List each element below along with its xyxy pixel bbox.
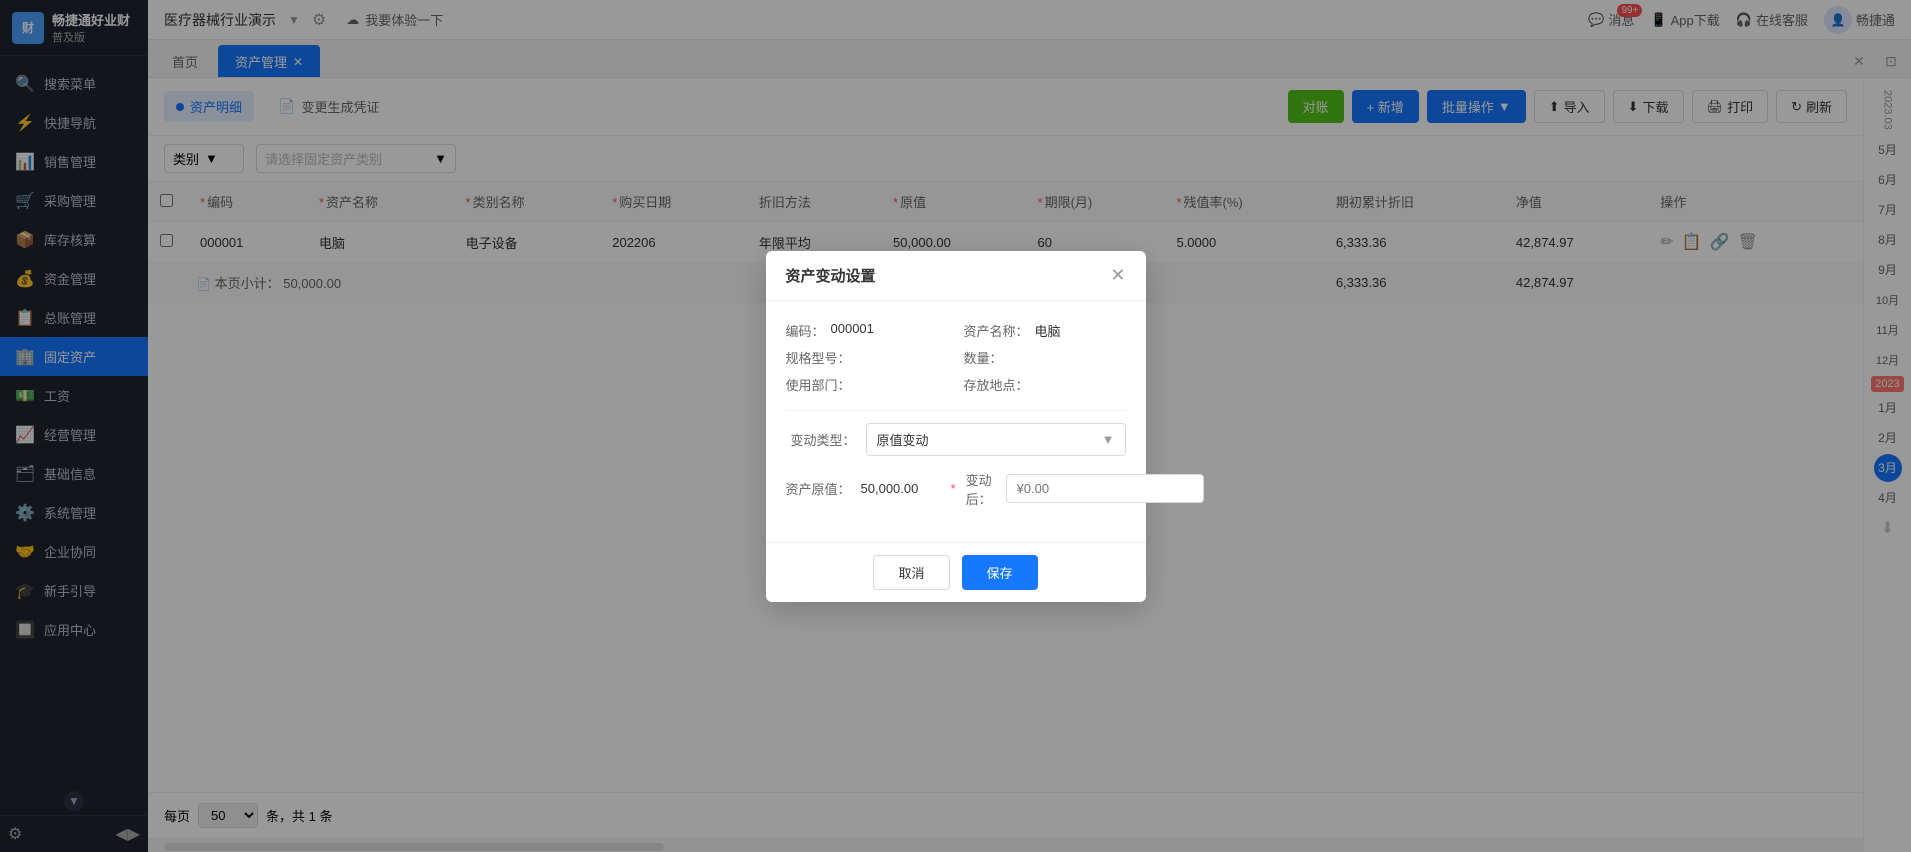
asset-change-modal: 资产变动设置 ✕ 编码： 000001 资产名称： 电脑 规格型号： 数 — [766, 251, 1146, 602]
change-type-value: 原值变动 — [877, 430, 1092, 449]
save-button[interactable]: 保存 — [962, 555, 1038, 590]
asset-value-row: 资产原值： 50,000.00 * 变动后： — [786, 470, 1126, 508]
asset-value-display: 50,000.00 — [861, 481, 941, 496]
info-dept: 使用部门： — [786, 375, 948, 394]
modal-close-btn[interactable]: ✕ — [1110, 265, 1125, 286]
after-change-label: 变动后： — [966, 470, 992, 508]
modal-header: 资产变动设置 ✕ — [766, 251, 1146, 301]
modal-overlay: 资产变动设置 ✕ 编码： 000001 资产名称： 电脑 规格型号： 数 — [0, 0, 1911, 852]
after-change-input[interactable] — [1006, 474, 1204, 503]
asset-value-label: 资产原值： — [786, 479, 851, 498]
info-name: 资产名称： 电脑 — [964, 321, 1126, 340]
modal-divider — [786, 410, 1126, 411]
change-type-row: 变动类型： 原值变动 ▼ — [786, 423, 1126, 456]
modal-body: 编码： 000001 资产名称： 电脑 规格型号： 数量： 使用部门： — [766, 301, 1146, 542]
change-type-label: 变动类型： — [786, 430, 856, 449]
change-type-dropdown-icon: ▼ — [1102, 432, 1115, 447]
modal-title: 资产变动设置 — [786, 265, 876, 286]
change-type-select[interactable]: 原值变动 ▼ — [866, 423, 1126, 456]
cancel-button[interactable]: 取消 — [873, 555, 949, 590]
info-location: 存放地点： — [964, 375, 1126, 394]
modal-footer: 取消 保存 — [766, 542, 1146, 602]
info-quantity: 数量： — [964, 348, 1126, 367]
info-spec: 规格型号： — [786, 348, 948, 367]
modal-info-grid: 编码： 000001 资产名称： 电脑 规格型号： 数量： 使用部门： — [786, 321, 1126, 394]
required-star: * — [951, 481, 956, 496]
info-code: 编码： 000001 — [786, 321, 948, 340]
